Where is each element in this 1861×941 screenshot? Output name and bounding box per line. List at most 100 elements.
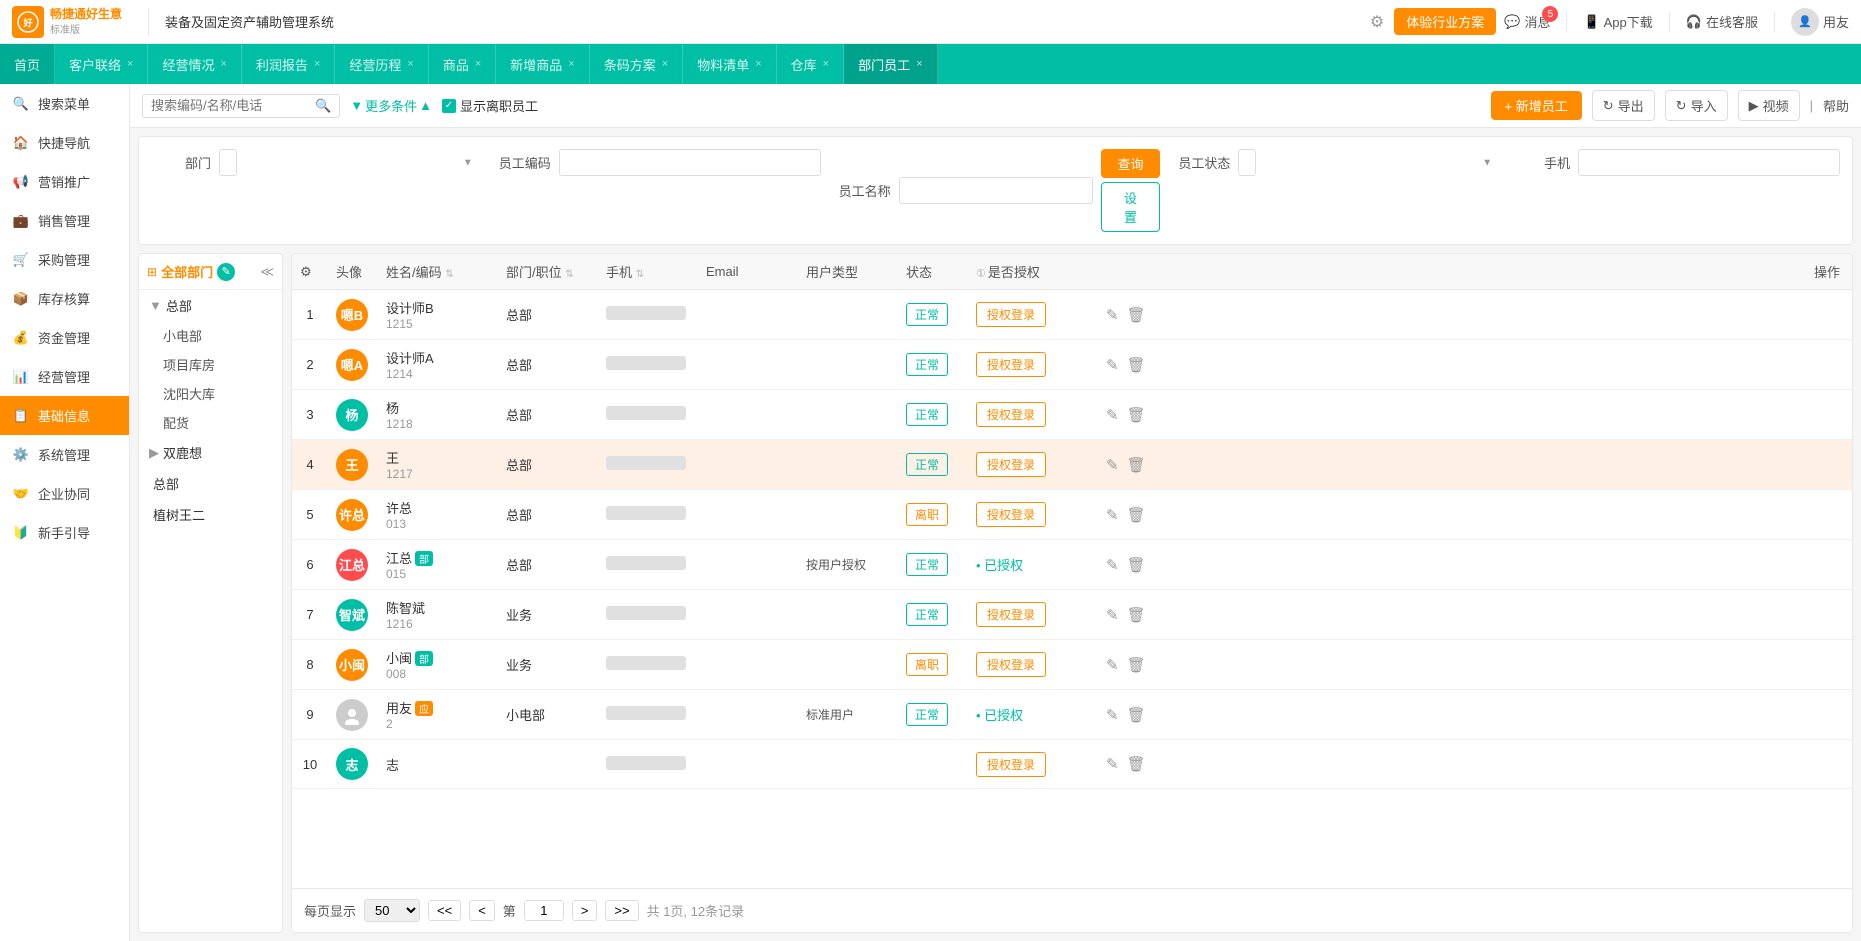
edit-icon[interactable]: ✎	[1106, 706, 1119, 724]
edit-icon[interactable]: ✎	[1106, 506, 1119, 524]
nav-item-purchase[interactable]: 🛒 采购管理	[0, 240, 129, 279]
dept-select[interactable]	[219, 149, 237, 176]
col-name-code[interactable]: 姓名/编码 ⇅	[378, 254, 498, 290]
close-icon[interactable]: ×	[823, 58, 829, 70]
import-button[interactable]: ↻ 导入	[1665, 90, 1728, 121]
nav-item-marketing[interactable]: 📢 营销推广	[0, 162, 129, 201]
show-resigned-toggle[interactable]: ✓ 显示离职员工	[442, 96, 538, 115]
edit-icon[interactable]: ✎	[1106, 606, 1119, 624]
online-service-btn[interactable]: 🎧 在线客服	[1686, 12, 1758, 31]
dept-child-shenyang[interactable]: 沈阳大库	[139, 379, 282, 408]
nav-item-search[interactable]: 🔍 搜索菜单	[0, 84, 129, 123]
dept-child-xiao[interactable]: 小电部	[139, 321, 282, 350]
prev-page-btn[interactable]: <	[469, 900, 495, 921]
auth-login-button[interactable]: 授权登录	[976, 402, 1046, 427]
experience-btn[interactable]: 体验行业方案	[1394, 8, 1496, 35]
dept-node-shuanglu[interactable]: ▶ 双鹿想	[139, 437, 282, 468]
status-select[interactable]	[1238, 149, 1256, 176]
delete-icon[interactable]: 🗑	[1127, 706, 1146, 724]
settings-gear-button[interactable]: ⚙	[1368, 10, 1386, 34]
tab-operations[interactable]: 经营情况×	[148, 44, 241, 84]
dept-node-head[interactable]: ▼ 总部	[139, 290, 282, 321]
more-conditions-btn[interactable]: ▼ 更多条件 ▲	[350, 96, 432, 115]
set-button[interactable]: 设置	[1101, 182, 1161, 232]
tab-employees[interactable]: 部门员工×	[844, 44, 937, 84]
search-input[interactable]	[151, 98, 311, 113]
nav-item-finance[interactable]: 💰 资金管理	[0, 318, 129, 357]
edit-icon[interactable]: ✎	[1106, 556, 1119, 574]
auth-login-button[interactable]: 授权登录	[976, 502, 1046, 527]
tab-home[interactable]: 首页	[0, 44, 55, 84]
col-dept[interactable]: 部门/职位 ⇅	[498, 254, 598, 290]
edit-icon[interactable]: ✎	[1106, 456, 1119, 474]
edit-icon[interactable]: ✎	[1106, 755, 1119, 773]
close-icon[interactable]: ×	[568, 58, 574, 70]
emp-name-input[interactable]	[899, 177, 1093, 204]
search-button[interactable]: 查询	[1101, 149, 1161, 178]
tab-warehouse[interactable]: 仓库×	[777, 44, 844, 84]
close-icon[interactable]: ×	[755, 58, 761, 70]
auth-login-button[interactable]: 授权登录	[976, 602, 1046, 627]
edit-icon[interactable]: ✎	[1106, 406, 1119, 424]
auth-login-button[interactable]: 授权登录	[976, 302, 1046, 327]
close-icon[interactable]: ×	[127, 58, 133, 70]
nav-item-inventory[interactable]: 📦 库存核算	[0, 279, 129, 318]
edit-icon[interactable]: ✎	[1106, 356, 1119, 374]
delete-icon[interactable]: 🗑	[1127, 506, 1146, 524]
nav-item-operations[interactable]: 📊 经营管理	[0, 357, 129, 396]
close-icon[interactable]: ×	[220, 58, 226, 70]
help-btn[interactable]: 帮助	[1823, 96, 1849, 115]
delete-icon[interactable]: 🗑	[1127, 755, 1146, 773]
auth-login-button[interactable]: 授权登录	[976, 352, 1046, 377]
delete-icon[interactable]: 🗑	[1127, 306, 1146, 324]
nav-item-quick-nav[interactable]: 🏠 快捷导航	[0, 123, 129, 162]
delete-icon[interactable]: 🗑	[1127, 406, 1146, 424]
delete-icon[interactable]: 🗑	[1127, 356, 1146, 374]
emp-code-input[interactable]	[559, 149, 821, 176]
edit-icon[interactable]: ✎	[1106, 656, 1119, 674]
close-icon[interactable]: ×	[916, 58, 922, 70]
col-settings[interactable]: ⚙	[292, 254, 328, 290]
last-page-btn[interactable]: >>	[605, 900, 638, 921]
search-icon[interactable]: 🔍	[315, 98, 331, 114]
delete-icon[interactable]: 🗑	[1127, 606, 1146, 624]
tab-profit[interactable]: 利润报告×	[242, 44, 335, 84]
close-icon[interactable]: ×	[475, 58, 481, 70]
add-employee-button[interactable]: + 新增员工	[1491, 91, 1582, 120]
tab-goods[interactable]: 商品×	[429, 44, 496, 84]
auth-login-button[interactable]: 授权登录	[976, 452, 1046, 477]
close-icon[interactable]: ×	[662, 58, 668, 70]
dept-child-proj[interactable]: 项目库房	[139, 350, 282, 379]
edit-icon[interactable]: ✎	[1106, 306, 1119, 324]
tab-barcode[interactable]: 条码方案×	[590, 44, 683, 84]
nav-item-guide[interactable]: 🔰 新手引导	[0, 513, 129, 552]
phone-input[interactable]	[1578, 149, 1840, 176]
user-menu-btn[interactable]: 👤 用友	[1791, 8, 1849, 36]
nav-item-sales[interactable]: 💼 销售管理	[0, 201, 129, 240]
view-button[interactable]: ▶ 视频	[1738, 90, 1800, 121]
nav-item-system[interactable]: ⚙️ 系统管理	[0, 435, 129, 474]
delete-icon[interactable]: 🗑	[1127, 556, 1146, 574]
tab-history[interactable]: 经营历程×	[335, 44, 428, 84]
auth-login-button[interactable]: 授权登录	[976, 652, 1046, 677]
auth-login-button[interactable]: 授权登录	[976, 752, 1046, 777]
app-download-btn[interactable]: 📱 App下载	[1583, 12, 1652, 31]
message-btn[interactable]: 💬 消息 5	[1504, 12, 1550, 31]
col-phone[interactable]: 手机 ⇅	[598, 254, 698, 290]
collapse-tree-button[interactable]: ≪	[260, 264, 274, 280]
nav-item-basic[interactable]: 📋 基础信息	[0, 396, 129, 435]
tab-customer[interactable]: 客户联络×	[55, 44, 148, 84]
tab-add-goods[interactable]: 新增商品×	[496, 44, 589, 84]
page-size-select[interactable]: 50 100	[364, 899, 420, 922]
export-button[interactable]: ↻ 导出	[1592, 90, 1655, 121]
dept-child-peihu[interactable]: 配货	[139, 408, 282, 437]
first-page-btn[interactable]: <<	[428, 900, 461, 921]
dept-node-zongbu[interactable]: 总部	[139, 468, 282, 499]
close-icon[interactable]: ×	[407, 58, 413, 70]
delete-icon[interactable]: 🗑	[1127, 456, 1146, 474]
delete-icon[interactable]: 🗑	[1127, 656, 1146, 674]
dept-node-zhishu[interactable]: 植树王二	[139, 499, 282, 530]
next-page-btn[interactable]: >	[572, 900, 598, 921]
nav-item-enterprise[interactable]: 🤝 企业协同	[0, 474, 129, 513]
page-input[interactable]	[524, 900, 564, 921]
